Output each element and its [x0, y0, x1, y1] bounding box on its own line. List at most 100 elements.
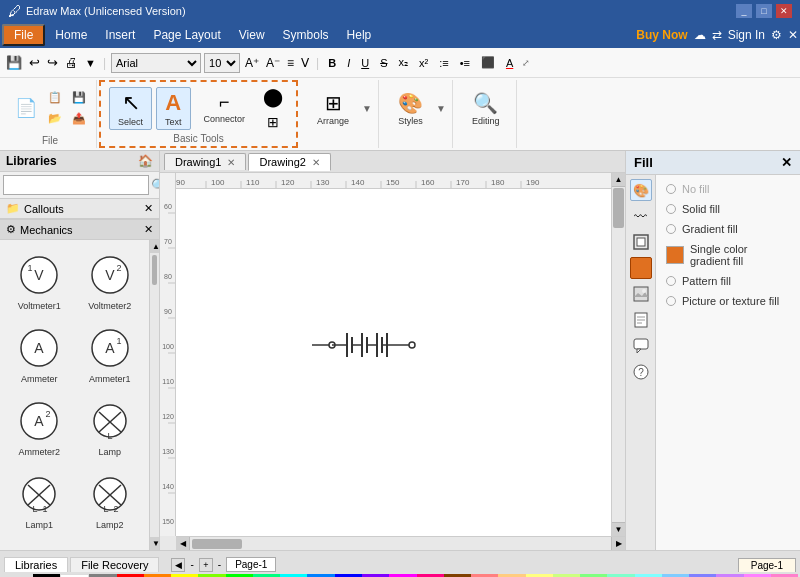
shape-resistor1[interactable]	[6, 538, 73, 550]
numbering-btn[interactable]: :≡	[435, 54, 452, 72]
menu-insert[interactable]: Insert	[97, 26, 143, 44]
active-page-tab[interactable]: Page-1	[738, 558, 796, 572]
sidebar-search-input[interactable]	[3, 175, 149, 195]
gear-icon[interactable]: ⚙	[771, 28, 782, 42]
page-prev-btn[interactable]: ◀	[171, 558, 185, 572]
page-1-tab[interactable]: Page-1	[226, 557, 276, 572]
editing-btn[interactable]: 🔍 Editing	[461, 88, 511, 129]
fill-frame-btn[interactable]	[630, 231, 652, 253]
shape-resistor2[interactable]	[77, 538, 144, 550]
shape-lamp[interactable]: L Lamp	[77, 392, 144, 461]
menu-home[interactable]: Home	[47, 26, 95, 44]
sidebar-scrollbar[interactable]: ▲ ▼	[149, 240, 159, 550]
fill-solid-option[interactable]: Solid fill	[664, 201, 792, 217]
fill-pattern-option[interactable]: Pattern fill	[664, 273, 792, 289]
canvas-with-ruler[interactable]: 90 100 110 120 130 140 150	[160, 173, 611, 536]
tab-close-drawing1[interactable]: ✕	[227, 157, 235, 168]
tab-close-drawing2[interactable]: ✕	[312, 157, 320, 168]
redo-icon[interactable]: ↪	[45, 54, 60, 71]
fill-image-btn[interactable]	[630, 283, 652, 305]
strikethrough-btn[interactable]: S	[376, 54, 391, 72]
fill-no-fill-option[interactable]: No fill	[664, 181, 792, 197]
connector-tool-btn[interactable]: ⌐ Connector	[195, 89, 255, 127]
styles-btn[interactable]: 🎨 Styles	[387, 88, 434, 129]
highlight-btn[interactable]: ⬛	[477, 53, 499, 72]
page-add-btn[interactable]: +	[199, 558, 213, 572]
fill-chat-btn[interactable]	[630, 335, 652, 357]
shape-ammeter2[interactable]: A 2 Ammeter2	[6, 392, 73, 461]
canvas-hscroll[interactable]: ◀ ▶	[176, 536, 625, 550]
vscroll-up-btn[interactable]: ▲	[612, 173, 625, 187]
shape-voltmeter2[interactable]: V 2 Voltmeter2	[77, 246, 144, 315]
hscroll-right-btn[interactable]: ▶	[611, 537, 625, 551]
export-btn[interactable]: 📤	[68, 109, 90, 128]
canvas-drawing-area[interactable]	[176, 189, 611, 536]
window-controls[interactable]: _ □ ✕	[736, 4, 792, 18]
file-save-btn[interactable]: 📄	[10, 96, 42, 120]
canvas-tab-drawing1[interactable]: Drawing1 ✕	[164, 153, 246, 170]
buy-now-link[interactable]: Buy Now	[636, 28, 687, 42]
maximize-btn[interactable]: □	[756, 4, 772, 18]
quick-save-icon[interactable]: 💾	[4, 54, 24, 71]
font-size-decrease-btn[interactable]: A⁻	[264, 55, 282, 71]
underline-btn[interactable]: U	[357, 54, 373, 72]
shape-ammeter[interactable]: A Ammeter	[6, 319, 73, 388]
bottom-tab-file-recovery[interactable]: File Recovery	[70, 557, 159, 572]
shape-lamp2[interactable]: L 2 Lamp2	[77, 465, 144, 534]
menu-symbols[interactable]: Symbols	[275, 26, 337, 44]
minimize-btn[interactable]: _	[736, 4, 752, 18]
font-color-btn[interactable]: A	[502, 54, 517, 72]
fill-single-gradient-option[interactable]: Single color gradient fill	[664, 241, 792, 269]
menu-page-layout[interactable]: Page Layout	[145, 26, 228, 44]
canvas-vscroll[interactable]: ▲ ▼	[611, 173, 625, 536]
oval-tool-btn[interactable]: ⬤	[258, 84, 288, 110]
vscroll-down-btn[interactable]: ▼	[612, 522, 625, 536]
open-btn[interactable]: 📂	[44, 109, 66, 128]
shape-ammeter1[interactable]: A 1 Ammeter1	[77, 319, 144, 388]
file-menu[interactable]: File	[2, 24, 45, 46]
arrange-btn[interactable]: ⊞ Arrange	[306, 88, 360, 129]
bold-btn[interactable]: B	[324, 54, 340, 72]
superscript-btn[interactable]: x²	[415, 54, 432, 72]
fill-gradient-option[interactable]: Gradient fill	[664, 221, 792, 237]
shape-lamp1[interactable]: L 1 Lamp1	[6, 465, 73, 534]
fill-line-btn[interactable]: 〰	[630, 205, 652, 227]
menu-view[interactable]: View	[231, 26, 273, 44]
color-picker-icon[interactable]: Ⅴ	[299, 55, 311, 71]
sidebar-mechanics-section[interactable]: ⚙ Mechanics ✕	[0, 219, 159, 240]
bottom-tab-libraries[interactable]: Libraries	[4, 557, 68, 572]
italic-btn[interactable]: I	[343, 54, 354, 72]
save-btn[interactable]: 💾	[68, 88, 90, 107]
settings-icon[interactable]: ▼	[83, 56, 98, 70]
shape-voltmeter1[interactable]: V 1 Voltmeter1	[6, 246, 73, 315]
sidebar-callouts-section[interactable]: 📁 Callouts ✕	[0, 198, 159, 219]
fill-doc-btn[interactable]	[630, 309, 652, 331]
font-size-select[interactable]: 10 12 14 16	[204, 53, 240, 73]
scroll-down-btn[interactable]: ▼	[150, 537, 159, 550]
font-size-increase-btn[interactable]: A⁺	[243, 55, 261, 71]
text-tool-btn[interactable]: A Text	[156, 87, 191, 130]
new-btn[interactable]: 📋	[44, 88, 66, 107]
canvas-tab-drawing2[interactable]: Drawing2 ✕	[248, 153, 330, 171]
search-icon[interactable]: 🔍	[151, 178, 160, 193]
mechanics-close-icon[interactable]: ✕	[144, 223, 153, 236]
fill-picture-option[interactable]: Picture or texture fill	[664, 293, 792, 309]
fill-orange-btn[interactable]	[630, 257, 652, 279]
print-icon[interactable]: 🖨	[63, 54, 80, 71]
subscript-btn[interactable]: x₂	[395, 53, 413, 72]
menu-help[interactable]: Help	[339, 26, 380, 44]
scroll-up-btn[interactable]: ▲	[150, 240, 159, 253]
sign-in-link[interactable]: Sign In	[728, 28, 765, 42]
font-family-select[interactable]: Arial Times New Roman Calibri	[111, 53, 201, 73]
fill-close-icon[interactable]: ✕	[781, 155, 792, 170]
close-btn[interactable]: ✕	[776, 4, 792, 18]
fill-help-btn[interactable]: ?	[630, 361, 652, 383]
sidebar-home-icon[interactable]: 🏠	[138, 154, 153, 168]
bullets-btn[interactable]: •≡	[456, 54, 474, 72]
fill-paint-btn[interactable]: 🎨	[630, 179, 652, 201]
paragraph-icon[interactable]: ≡	[285, 55, 296, 71]
callouts-close-icon[interactable]: ✕	[144, 202, 153, 215]
hscroll-left-btn[interactable]: ◀	[176, 537, 190, 551]
undo-icon[interactable]: ↩	[27, 54, 42, 71]
cross-tool-btn[interactable]: ⊞	[258, 112, 288, 132]
